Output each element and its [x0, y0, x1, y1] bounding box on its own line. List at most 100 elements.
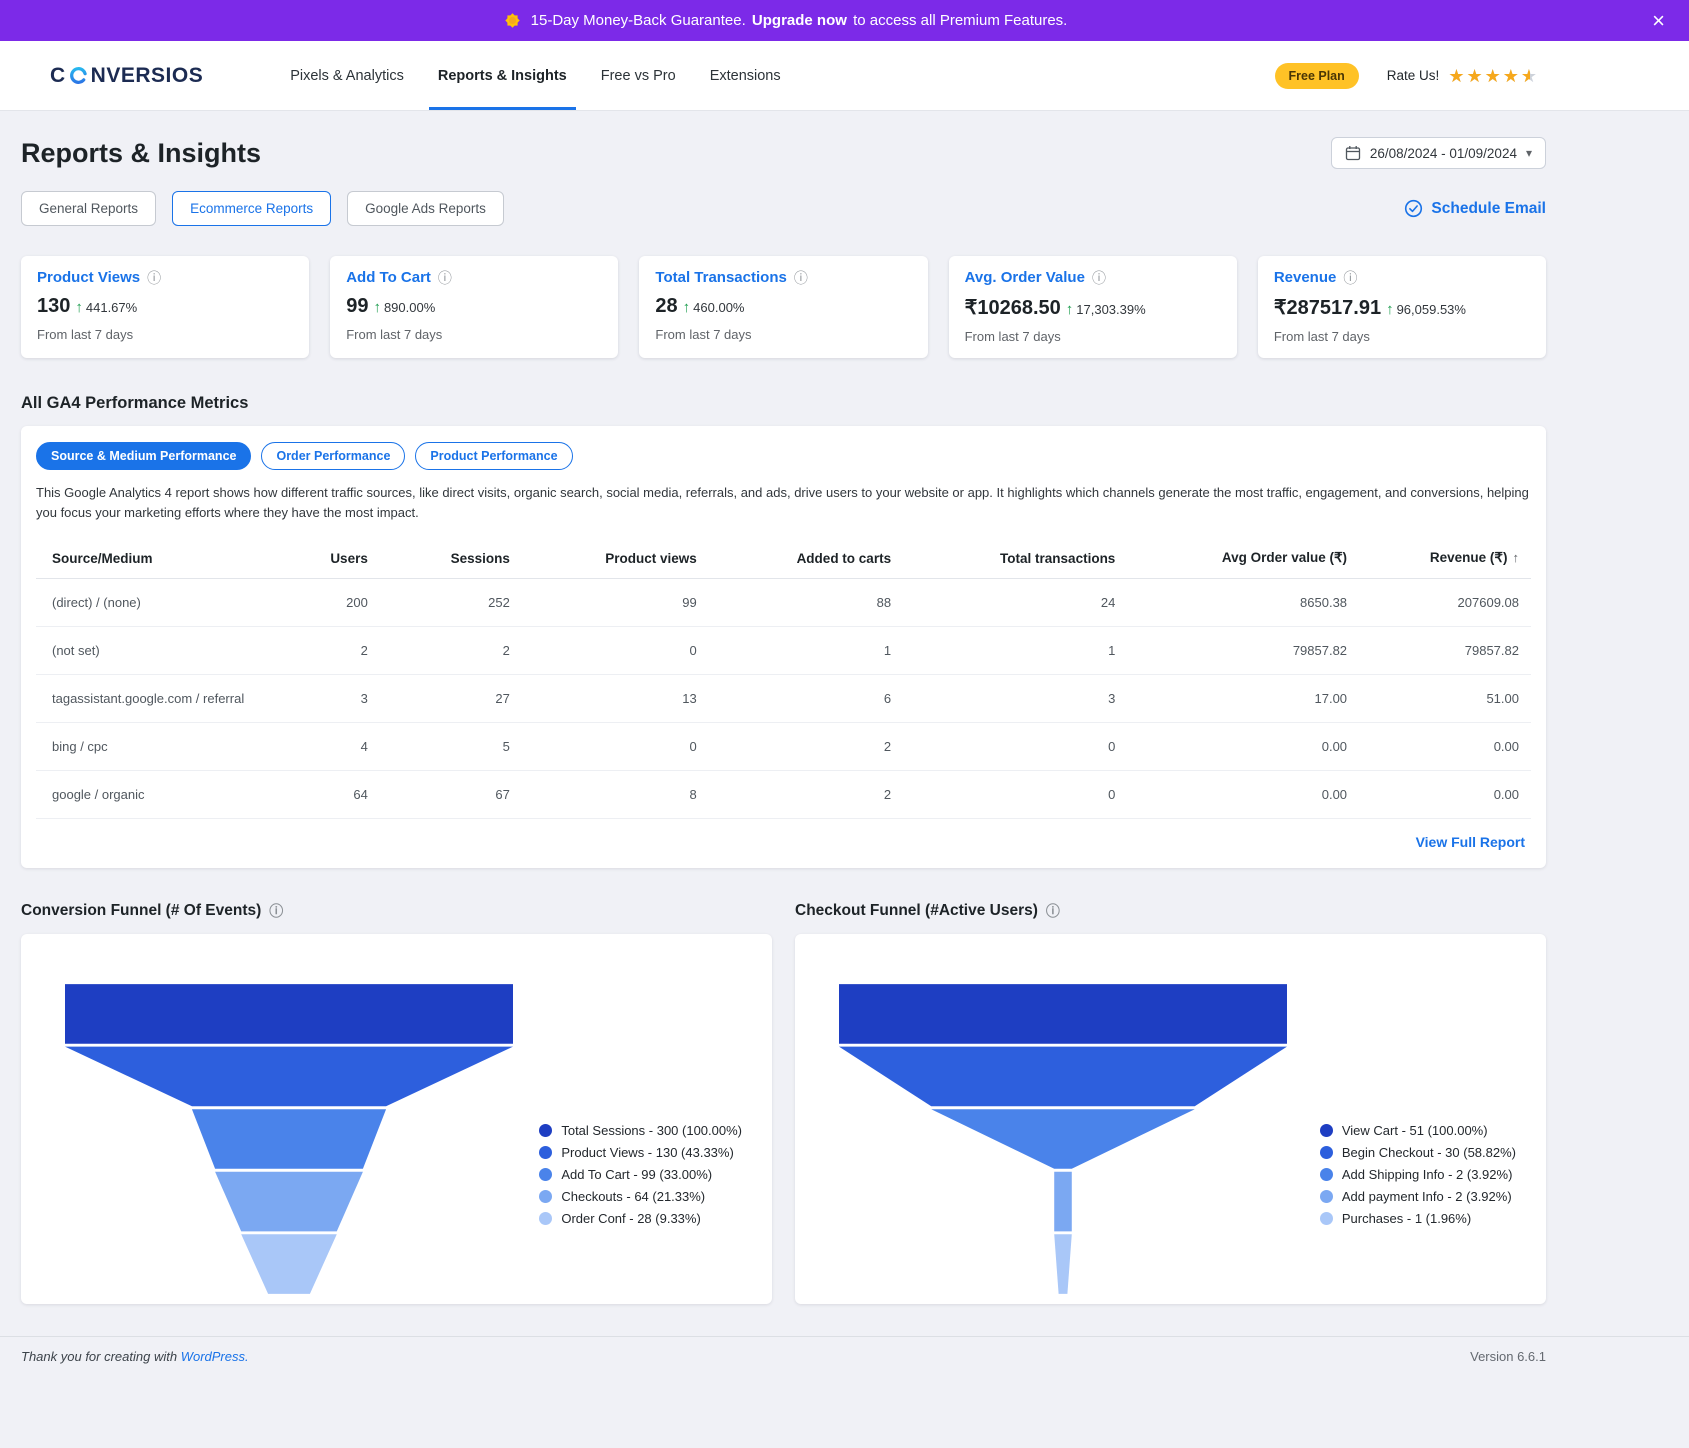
kpi-card: Product Views ⓘ 130 ↑ 441.67% From last … — [21, 256, 310, 358]
table-column-label: Product views — [605, 550, 697, 566]
table-column-header[interactable]: Avg Order value (₹) — [1127, 538, 1360, 580]
info-icon[interactable]: ⓘ — [269, 904, 283, 918]
table-column-header[interactable]: Total transactions — [903, 538, 1128, 580]
cell-value: 2 — [708, 722, 904, 772]
up-arrow-icon: ↑ — [682, 299, 691, 316]
top-navbar: C NVERSIOS Pixels & Analytics Reports & I… — [0, 41, 1689, 111]
cell-value: 2 — [282, 626, 380, 676]
funnel-panel: Conversion Funnel (# Of Events) ⓘ Total … — [21, 902, 772, 1305]
cell-value: 51.00 — [1359, 674, 1531, 724]
ga4-pill[interactable]: Source & Medium Performance — [36, 442, 252, 470]
legend-dot — [1319, 1190, 1333, 1204]
info-icon[interactable]: ⓘ — [1046, 904, 1060, 918]
schedule-email-button[interactable]: Schedule Email — [1404, 199, 1546, 218]
cell-value: 1 — [903, 626, 1128, 676]
report-tab[interactable]: General Reports — [21, 191, 157, 226]
table-column-header[interactable]: Sessions — [379, 538, 522, 580]
nav-item[interactable]: Reports & Insights — [421, 41, 584, 110]
up-arrow-icon: ↑ — [75, 299, 83, 316]
kpi-value: 99 — [346, 295, 369, 317]
rate-us-label: Rate Us! — [1386, 68, 1440, 83]
nav-item[interactable]: Pixels & Analytics — [273, 41, 421, 110]
page-title: Reports & Insights — [21, 137, 262, 168]
cell-value: 6 — [708, 674, 904, 724]
legend-label: Add payment Info - 2 (3.92%) — [1341, 1189, 1512, 1205]
logo-text-rest: NVERSIOS — [90, 63, 204, 87]
legend-item: Add payment Info - 2 (3.92%) — [1319, 1189, 1516, 1205]
main-content: Reports & Insights 26/08/2024 - 01/09/20… — [21, 137, 1547, 1305]
table-column-header[interactable]: Revenue (₹) ↑ — [1359, 538, 1531, 580]
legend-dot — [539, 1190, 553, 1204]
legend-item: Purchases - 1 (1.96%) — [1319, 1211, 1516, 1226]
view-full-report-link[interactable]: View Full Report — [36, 819, 1531, 858]
table-row: (not set) 2 2 0 1 1 79857.82 79857.82 — [36, 626, 1531, 676]
wordpress-link[interactable]: WordPress. — [181, 1349, 249, 1364]
date-range-value: 26/08/2024 - 01/09/2024 — [1369, 145, 1517, 161]
calendar-icon — [1345, 146, 1360, 161]
legend-item: Order Conf - 28 (9.33%) — [539, 1211, 742, 1226]
ga4-pill[interactable]: Product Performance — [415, 442, 573, 470]
kpi-value: 28 — [655, 295, 678, 317]
cell-value: 0.00 — [1359, 722, 1531, 772]
logo-o-icon — [69, 67, 87, 84]
caret-down-icon: ▾ — [1525, 146, 1532, 160]
cell-value: 8650.38 — [1127, 578, 1360, 628]
table-row: (direct) / (none) 200 252 99 88 24 8650.38 2076… — [36, 578, 1531, 628]
kpi-card: Avg. Order Value ⓘ ₹10268.50 ↑ 17,303.39… — [948, 256, 1237, 358]
promo-banner-text: 15-Day Money-Back Guarantee. Upgrade now… — [0, 12, 1689, 29]
legend-item: Total Sessions - 300 (100.00%) — [539, 1123, 742, 1138]
version-label: Version 6.6.1 — [1470, 1349, 1546, 1365]
up-arrow-icon: ↑ — [373, 299, 381, 316]
kpi-change: 96,059.53% — [1396, 302, 1466, 317]
table-column-header[interactable]: Users — [282, 538, 380, 580]
legend-dot — [1319, 1124, 1333, 1138]
info-icon[interactable]: ⓘ — [794, 271, 808, 285]
cell-value: 1 — [708, 626, 904, 676]
funnel-panel: Checkout Funnel (#Active Users) ⓘ View C… — [795, 902, 1546, 1305]
nav-items: Pixels & Analytics Reports & Insights Free… — [273, 41, 797, 110]
conversios-logo: C NVERSIOS — [50, 41, 203, 110]
legend-dot — [1319, 1168, 1333, 1182]
ga4-pill[interactable]: Order Performance — [261, 442, 406, 470]
table-header-row: Source/Medium Users Sessions Product views A… — [36, 538, 1531, 580]
info-icon[interactable]: ⓘ — [1343, 271, 1357, 285]
ga4-pills: Source & Medium Performance Order Perform… — [36, 442, 1531, 470]
rating-stars[interactable]: ★★★★★ ★★★★★ — [1448, 67, 1539, 85]
cell-value: 67 — [379, 770, 522, 820]
date-range-picker[interactable]: 26/08/2024 - 01/09/2024 ▾ — [1330, 137, 1546, 169]
kpi-title: Add To Cart — [346, 269, 431, 286]
footer-thanks: Thank you for creating with WordPress. — [21, 1349, 249, 1364]
kpi-title: Avg. Order Value — [964, 269, 1085, 286]
legend-label: View Cart - 51 (100.00%) — [1341, 1123, 1488, 1139]
table-column-header[interactable]: Source/Medium — [36, 538, 283, 580]
info-icon[interactable]: ⓘ — [1092, 271, 1106, 285]
report-tab[interactable]: Ecommerce Reports — [172, 191, 332, 226]
cell-source-medium: google / organic — [36, 770, 283, 820]
cell-value: 0 — [903, 770, 1128, 820]
legend-dot — [1319, 1212, 1333, 1226]
table-column-header[interactable]: Product views — [521, 538, 709, 580]
table-column-header[interactable]: Added to carts — [708, 538, 904, 580]
nav-item-label: Reports & Insights — [437, 67, 567, 84]
cell-value: 0 — [521, 626, 709, 676]
cell-value: 0.00 — [1127, 722, 1360, 772]
info-icon[interactable]: ⓘ — [438, 271, 452, 285]
table-column-label: Users — [330, 550, 368, 566]
cell-value: 0 — [903, 722, 1128, 772]
kpi-card: Total Transactions ⓘ 28 ↑ 460.00% From l… — [639, 256, 928, 358]
funnel-chart-card: View Cart - 51 (100.00%) Begin Checkout … — [795, 934, 1546, 1305]
info-icon[interactable]: ⓘ — [147, 271, 161, 285]
nav-item[interactable]: Extensions — [693, 41, 798, 110]
cell-value: 3 — [903, 674, 1128, 724]
report-tab[interactable]: Google Ads Reports — [347, 191, 504, 226]
nav-item[interactable]: Free vs Pro — [584, 41, 693, 110]
table-column-label: Sessions — [450, 550, 510, 566]
legend-dot — [539, 1168, 553, 1182]
kpi-title: Total Transactions — [655, 269, 787, 286]
banner-close-icon[interactable]: × — [1652, 9, 1665, 32]
upgrade-now-link[interactable]: Upgrade now — [752, 12, 847, 29]
kpi-change: 890.00% — [383, 300, 436, 315]
cell-value: 3 — [282, 674, 380, 724]
sort-asc-icon: ↑ — [1512, 550, 1520, 566]
cell-value: 0 — [521, 722, 709, 772]
